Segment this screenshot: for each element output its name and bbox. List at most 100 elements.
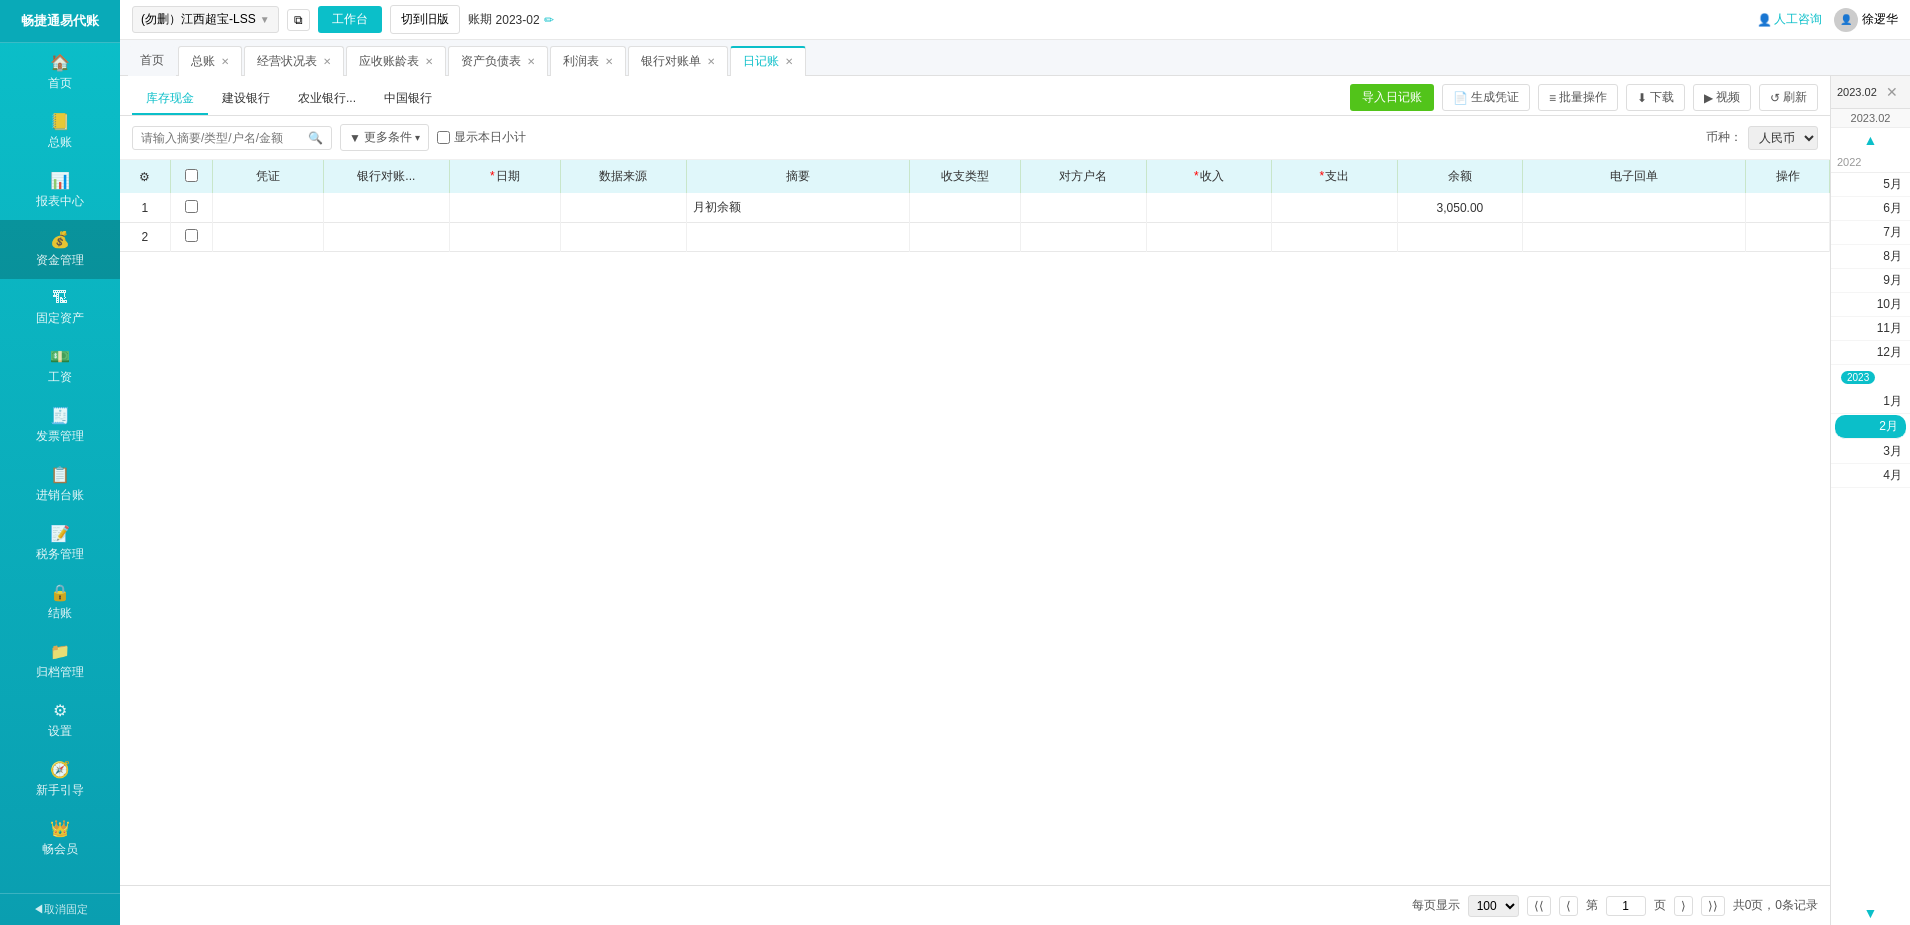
sidebar-item-tax[interactable]: 📝 税务管理 xyxy=(0,514,120,573)
tab-journal-close[interactable]: ✕ xyxy=(785,56,793,67)
company-name: (勿删）江西超宝-LSS xyxy=(141,11,256,28)
invoice-icon: 🧾 xyxy=(50,406,70,425)
col-income: 收入 xyxy=(1146,160,1271,193)
copy-button[interactable]: ⧉ xyxy=(287,9,310,31)
month-2022-12[interactable]: 12月 xyxy=(1831,341,1910,365)
search-input[interactable] xyxy=(141,131,304,145)
month-2023-3[interactable]: 3月 xyxy=(1831,440,1910,464)
page-input[interactable]: 1 xyxy=(1606,896,1646,916)
month-2023-2[interactable]: 2月 xyxy=(1835,415,1906,439)
month-2022-11[interactable]: 11月 xyxy=(1831,317,1910,341)
panel-year-display: 2023.02 xyxy=(1831,109,1910,128)
tab-receivable[interactable]: 应收账龄表 ✕ xyxy=(346,46,446,76)
row-bank xyxy=(324,223,449,252)
company-selector[interactable]: (勿删）江西超宝-LSS ▼ xyxy=(132,6,279,33)
last-page-button[interactable]: ⟩⟩ xyxy=(1701,896,1725,916)
video-button[interactable]: ▶ 视频 xyxy=(1693,84,1751,111)
tab-assets-close[interactable]: ✕ xyxy=(527,56,535,67)
month-2022-6[interactable]: 6月 xyxy=(1831,197,1910,221)
tab-profit-close[interactable]: ✕ xyxy=(605,56,613,67)
sidebar-item-label: 税务管理 xyxy=(36,546,84,563)
month-2022-8[interactable]: 8月 xyxy=(1831,245,1910,269)
workspace-button[interactable]: 工作台 xyxy=(318,6,382,33)
search-icon[interactable]: 🔍 xyxy=(308,131,323,145)
sidebar-item-home[interactable]: 🏠 首页 xyxy=(0,43,120,102)
batch-button[interactable]: ≡ 批量操作 xyxy=(1538,84,1618,111)
col-electronic: 电子回单 xyxy=(1523,160,1746,193)
panel-up-arrow[interactable]: ▲ xyxy=(1831,128,1910,152)
sidebar-item-cashier[interactable]: 💰 资金管理 xyxy=(0,220,120,279)
show-daily-subtotal[interactable]: 显示本日小计 xyxy=(437,129,526,146)
next-page-button[interactable]: ⟩ xyxy=(1674,896,1693,916)
row-income xyxy=(1146,223,1271,252)
sidebar-item-settings[interactable]: ⚙ 设置 xyxy=(0,691,120,750)
sidebar-item-invoice[interactable]: 🧾 发票管理 xyxy=(0,396,120,455)
panel-down-arrow[interactable]: ▼ xyxy=(1831,901,1910,925)
sidebar-toggle[interactable]: ◀取消固定 xyxy=(0,893,120,925)
import-journal-button[interactable]: 导入日记账 xyxy=(1350,84,1434,111)
subtab-jianshe[interactable]: 建设银行 xyxy=(208,84,284,115)
search-box[interactable]: 🔍 xyxy=(132,126,332,150)
panel-months-scroll: 2022 5月 6月 7月 8月 9月 10月 11月 12月 2023 1月 … xyxy=(1831,152,1910,901)
month-2022-9[interactable]: 9月 xyxy=(1831,269,1910,293)
sidebar-item-close[interactable]: 🔒 结账 xyxy=(0,573,120,632)
tab-journal[interactable]: 日记账 ✕ xyxy=(730,46,806,76)
sidebar-item-archive[interactable]: 📁 归档管理 xyxy=(0,632,120,691)
period-edit-icon[interactable]: ✏ xyxy=(544,13,554,27)
subtab-cash[interactable]: 库存现金 xyxy=(132,84,208,115)
subtab-nongye[interactable]: 农业银行... xyxy=(284,84,370,115)
sidebar-item-reports[interactable]: 📊 报表中心 xyxy=(0,161,120,220)
month-2023-4[interactable]: 4月 xyxy=(1831,464,1910,488)
month-2022-7[interactable]: 7月 xyxy=(1831,221,1910,245)
first-page-button[interactable]: ⟨⟨ xyxy=(1527,896,1551,916)
sidebar-item-fixed[interactable]: 🏗 固定资产 xyxy=(0,279,120,337)
tab-home[interactable]: 首页 xyxy=(128,46,176,76)
refresh-button[interactable]: ↺ 刷新 xyxy=(1759,84,1818,111)
app-logo: 畅捷通易代账 xyxy=(0,0,120,43)
sidebar-item-label: 归档管理 xyxy=(36,664,84,681)
prev-page-button[interactable]: ⟨ xyxy=(1559,896,1578,916)
sidebar-item-ledger[interactable]: 📒 总账 xyxy=(0,102,120,161)
tab-bank[interactable]: 银行对账单 ✕ xyxy=(628,46,728,76)
tab-receivable-close[interactable]: ✕ xyxy=(425,56,433,67)
row-bank xyxy=(324,193,449,223)
panel-close-button[interactable]: ✕ xyxy=(1880,80,1904,104)
sidebar-item-member[interactable]: 👑 畅会员 xyxy=(0,809,120,868)
col-check[interactable] xyxy=(170,160,212,193)
sidebar-item-salary[interactable]: 💵 工资 xyxy=(0,337,120,396)
gen-voucher-button[interactable]: 📄 生成凭证 xyxy=(1442,84,1530,111)
select-all-checkbox[interactable] xyxy=(185,169,198,182)
tab-business[interactable]: 经营状况表 ✕ xyxy=(244,46,344,76)
row-check[interactable] xyxy=(170,223,212,252)
row-num: 1 xyxy=(120,193,170,223)
show-daily-checkbox[interactable] xyxy=(437,131,450,144)
filter-button[interactable]: ▼ 更多条件 ▾ xyxy=(340,124,429,151)
sidebar-item-guide[interactable]: 🧭 新手引导 xyxy=(0,750,120,809)
sidebar-item-sales[interactable]: 📋 进销台账 xyxy=(0,455,120,514)
tab-ledger-close[interactable]: ✕ xyxy=(221,56,229,67)
help-link[interactable]: 👤 人工咨询 xyxy=(1757,11,1822,28)
row-summary: 月初余额 xyxy=(686,193,909,223)
download-button[interactable]: ⬇ 下载 xyxy=(1626,84,1685,111)
tab-ledger[interactable]: 总账 ✕ xyxy=(178,46,242,76)
month-2023-1[interactable]: 1月 xyxy=(1831,390,1910,414)
month-2022-5[interactable]: 5月 xyxy=(1831,173,1910,197)
subtab-zhongguo[interactable]: 中国银行 xyxy=(370,84,446,115)
per-page-select[interactable]: 100 xyxy=(1468,895,1519,917)
row-check[interactable] xyxy=(170,193,212,223)
ledger-icon: 📒 xyxy=(50,112,70,131)
year-group-2022: 2022 xyxy=(1831,152,1910,173)
col-settings[interactable]: ⚙ xyxy=(120,160,170,193)
old-version-button[interactable]: 切到旧版 xyxy=(390,5,460,34)
currency-select[interactable]: 人民币 xyxy=(1748,126,1818,150)
tab-assets[interactable]: 资产负债表 ✕ xyxy=(448,46,548,76)
user-info[interactable]: 👤 徐逻华 xyxy=(1834,8,1898,32)
col-source: 数据来源 xyxy=(561,160,686,193)
row-date xyxy=(449,223,561,252)
tab-profit[interactable]: 利润表 ✕ xyxy=(550,46,626,76)
row-expense xyxy=(1272,193,1397,223)
month-2022-10[interactable]: 10月 xyxy=(1831,293,1910,317)
tab-bank-close[interactable]: ✕ xyxy=(707,56,715,67)
account-subtabs: 库存现金 建设银行 农业银行... 中国银行 导入日记账 📄 生成凭证 ≡ 批量… xyxy=(120,76,1830,116)
tab-business-close[interactable]: ✕ xyxy=(323,56,331,67)
